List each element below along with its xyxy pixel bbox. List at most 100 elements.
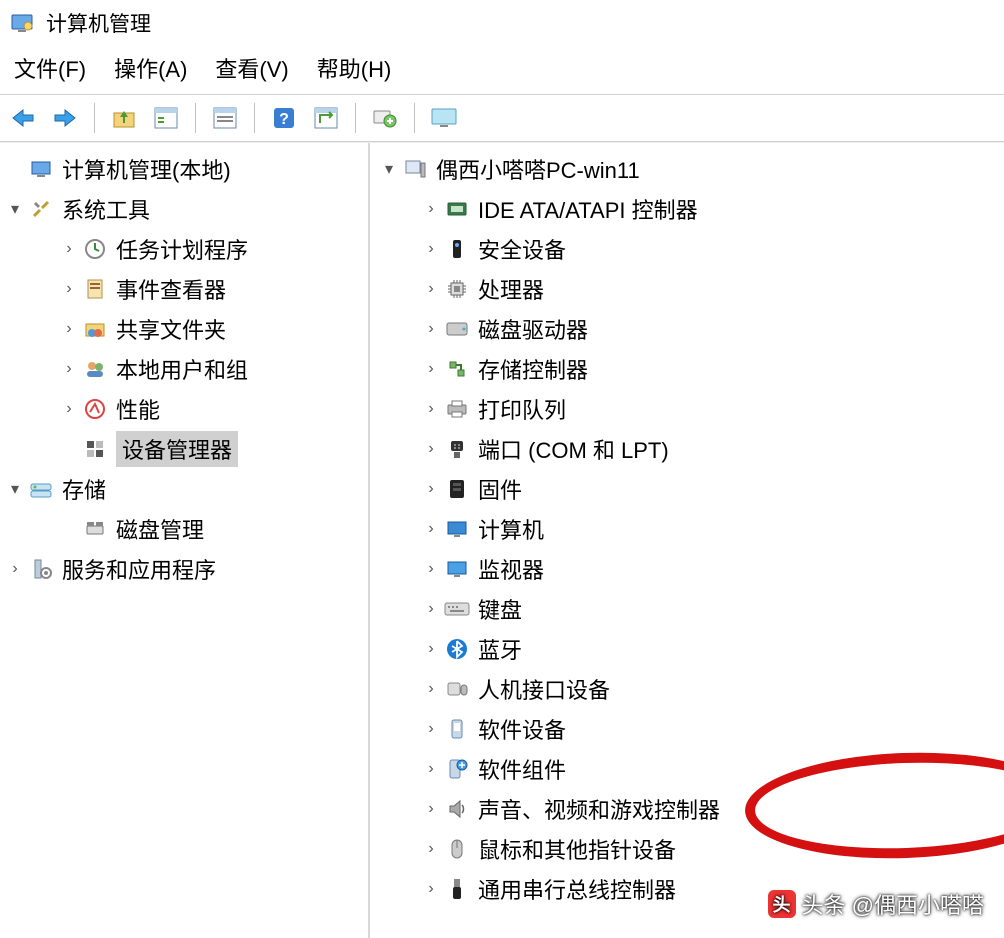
chevron-right-icon[interactable]: › [420,518,442,540]
chevron-down-icon[interactable]: ▾ [378,158,400,180]
device-category-bluetooth[interactable]: ›蓝牙 [370,629,1004,669]
device-category-label: 鼠标和其他指针设备 [478,833,676,865]
svg-text:?: ? [279,111,289,128]
chevron-right-icon[interactable]: › [420,438,442,460]
chevron-right-icon[interactable]: › [420,638,442,660]
chevron-right-icon[interactable]: › [420,318,442,340]
back-button[interactable] [6,101,40,135]
tree-node-disk-management[interactable]: 磁盘管理 [0,509,368,549]
tree-label: 本地用户和组 [116,353,248,385]
device-category-firmware[interactable]: ›固件 [370,469,1004,509]
performance-icon [82,396,108,422]
chevron-right-icon[interactable]: › [58,278,80,300]
app-icon [10,11,34,35]
tree-node-event-viewer[interactable]: › 事件查看器 [0,269,368,309]
tree-node-task-scheduler[interactable]: › 任务计划程序 [0,229,368,269]
tree-label: 系统工具 [62,193,150,225]
scan-hardware-button[interactable] [368,101,402,135]
chevron-right-icon[interactable]: › [58,358,80,380]
chevron-right-icon[interactable]: › [420,598,442,620]
chevron-right-icon[interactable]: › [420,838,442,860]
users-icon [82,356,108,382]
chevron-right-icon[interactable]: › [420,398,442,420]
device-category-mouse[interactable]: › 鼠标和其他指针设备 [370,829,1004,869]
tree-node-device-manager[interactable]: 设备管理器 [0,429,368,469]
chevron-right-icon[interactable]: › [58,318,80,340]
device-category-storage_ctl[interactable]: ›存储控制器 [370,349,1004,389]
watermark-text: 头条 @偶西小嗒嗒 [802,888,984,920]
menu-help[interactable]: 帮助(H) [317,52,392,84]
disk-mgmt-icon [82,516,108,542]
device-category-soft_comp[interactable]: ›软件组件 [370,749,1004,789]
device-category-security[interactable]: ›安全设备 [370,229,1004,269]
chevron-right-icon[interactable]: › [420,278,442,300]
chevron-down-icon[interactable]: ▾ [4,478,26,500]
chevron-right-icon[interactable]: › [420,558,442,580]
device-category-label: 声音、视频和游戏控制器 [478,793,720,825]
firmware-icon [444,476,470,502]
chevron-down-icon[interactable]: ▾ [4,198,26,220]
tree-node-storage[interactable]: ▾ 存储 [0,469,368,509]
tree-node-system-tools[interactable]: ▾ 系统工具 [0,189,368,229]
device-category-ports[interactable]: ›端口 (COM 和 LPT) [370,429,1004,469]
chevron-right-icon[interactable]: › [420,478,442,500]
watermark: 头 头条 @偶西小嗒嗒 [768,888,984,920]
chevron-right-icon[interactable]: › [420,198,442,220]
menu-file[interactable]: 文件(F) [14,52,86,84]
chevron-right-icon[interactable]: › [420,358,442,380]
chevron-right-icon[interactable]: › [420,878,442,900]
forward-button[interactable] [48,101,82,135]
computer-icon [444,516,470,542]
device-category-label: 打印队列 [478,393,566,425]
toolbar-separator [414,103,415,133]
device-category-label: 通用串行总线控制器 [478,873,676,905]
device-tree-root[interactable]: ▾ 偶西小嗒嗒PC-win11 [370,149,1004,189]
menu-view[interactable]: 查看(V) [215,52,288,84]
device-manager-icon [82,436,108,462]
detail-button[interactable] [309,101,343,135]
chevron-right-icon[interactable]: › [420,678,442,700]
tree-root-computer-management[interactable]: 计算机管理(本地) [0,149,368,189]
chevron-right-icon[interactable]: › [420,798,442,820]
menu-action[interactable]: 操作(A) [114,52,187,84]
chevron-right-icon[interactable]: › [58,238,80,260]
tree-node-services[interactable]: › 服务和应用程序 [0,549,368,589]
chevron-right-icon[interactable]: › [4,558,26,580]
device-category-monitor[interactable]: ›监视器 [370,549,1004,589]
up-folder-button[interactable] [107,101,141,135]
soft_dev-icon [444,716,470,742]
help-button[interactable]: ? [267,101,301,135]
audio-icon [444,796,470,822]
tree-node-performance[interactable]: › 性能 [0,389,368,429]
device-category-label: 键盘 [478,593,522,625]
chevron-right-icon[interactable]: › [58,398,80,420]
device-category-audio[interactable]: › 声音、视频和游戏控制器 [370,789,1004,829]
device-category-hid[interactable]: ›人机接口设备 [370,669,1004,709]
device-category-soft_dev[interactable]: ›软件设备 [370,709,1004,749]
computer-mgmt-icon [28,156,54,182]
chevron-right-icon[interactable]: › [420,238,442,260]
toolbar-separator [254,103,255,133]
chevron-right-icon[interactable]: › [420,718,442,740]
chevron-right-icon[interactable]: › [420,758,442,780]
bluetooth-icon [444,636,470,662]
tree-node-shared-folders[interactable]: › 共享文件夹 [0,309,368,349]
device-category-cpu[interactable]: › 处理器 [370,269,1004,309]
device-category-ide[interactable]: ›IDE ATA/ATAPI 控制器 [370,189,1004,229]
tree-label: 磁盘管理 [116,513,204,545]
menubar: 文件(F) 操作(A) 查看(V) 帮助(H) [0,46,1004,94]
device-category-disk[interactable]: ›磁盘驱动器 [370,309,1004,349]
show-hide-tree-button[interactable] [149,101,183,135]
right-tree: ▾ 偶西小嗒嗒PC-win11 ›IDE ATA/ATAPI 控制器›安全设备›… [370,143,1004,938]
device-category-print[interactable]: › 打印队列 [370,389,1004,429]
monitor-button[interactable] [427,101,461,135]
pc-icon [402,156,428,182]
mouse-icon [444,836,470,862]
storage_ctl-icon [444,356,470,382]
tree-node-local-users[interactable]: › 本地用户和组 [0,349,368,389]
tools-icon [28,196,54,222]
device-category-computer[interactable]: ›计算机 [370,509,1004,549]
properties-button[interactable] [208,101,242,135]
device-category-keyboard[interactable]: › 键盘 [370,589,1004,629]
device-category-label: 处理器 [478,273,544,305]
